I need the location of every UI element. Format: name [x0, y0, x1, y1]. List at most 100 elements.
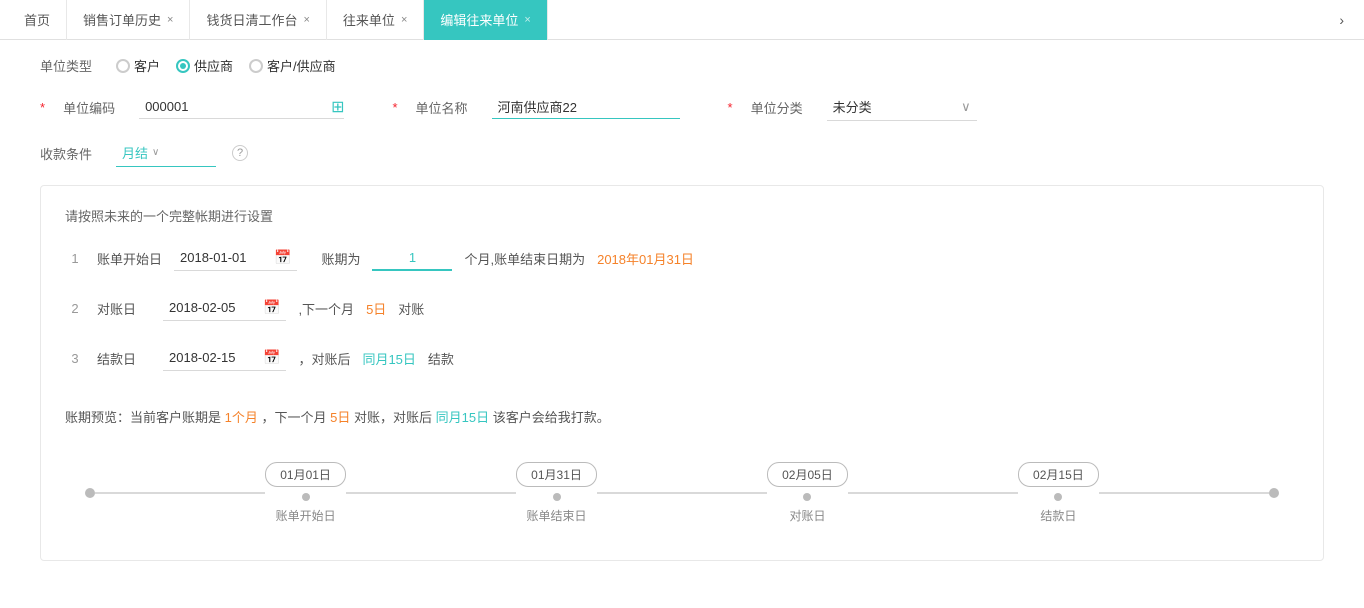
unit-code-label: 单位编码: [63, 98, 123, 117]
unit-category-select[interactable]: 未分类 ∨: [827, 93, 977, 121]
period-value-input[interactable]: [372, 246, 452, 271]
preview-label: 账期预览：当前客户账期是: [65, 410, 221, 425]
period-prefix: 账期为: [321, 249, 360, 268]
radio-circle-both: [249, 59, 263, 73]
timeline-line-3: [597, 492, 767, 494]
tab-close-sales-order[interactable]: ×: [167, 14, 173, 26]
date-field-3[interactable]: [169, 350, 259, 365]
payment-terms-select[interactable]: 月结 ∨: [116, 139, 216, 167]
radio-circle-supplier: [176, 59, 190, 73]
copy-icon[interactable]: ⊞: [331, 97, 344, 117]
node-badge-1: 01月01日: [265, 462, 346, 487]
row-num-2: 2: [65, 301, 85, 316]
date-input-2: 📅: [163, 295, 286, 321]
row2-highlight1: 5日: [366, 299, 386, 318]
node-badge-4: 02月15日: [1018, 462, 1099, 487]
preview-reconcile-highlight: 5日: [330, 410, 350, 425]
tab-edit-partner[interactable]: 编辑往来单位 ×: [424, 0, 547, 40]
tab-close-edit-partner[interactable]: ×: [524, 14, 530, 26]
node-dot-2: [553, 493, 561, 501]
payment-terms-value: 月结: [122, 143, 148, 162]
date-input-1: 📅: [174, 245, 297, 271]
required-star-category: *: [728, 100, 733, 115]
preview-middle: ，下一个月: [262, 410, 327, 425]
preview-reconcile-suffix: 对账，对账后: [354, 410, 432, 425]
node-badge-2: 01月31日: [516, 462, 597, 487]
payment-terms-row: 收款条件 月结 ∨ ?: [40, 139, 1324, 167]
row3-suffix3: 结款: [428, 349, 454, 368]
row-type-2: 对账日: [97, 299, 151, 318]
node-label-1: 账单开始日: [276, 507, 336, 524]
preview-payment-highlight: 同月15日: [436, 410, 489, 425]
category-chevron-icon: ∨: [961, 99, 971, 115]
tab-partner-unit[interactable]: 往来单位 ×: [327, 0, 424, 40]
timeline-node-4: 02月15日 结款日: [1018, 462, 1099, 524]
timeline-start-dot: [85, 488, 95, 498]
timeline-line-4: [848, 492, 1018, 494]
unit-type-radio-group: 客户 供应商 客户/供应商: [116, 56, 336, 75]
row-num-1: 1: [65, 251, 85, 266]
calendar-icon-3[interactable]: 📅: [263, 349, 280, 366]
node-label-3: 对账日: [789, 507, 825, 524]
node-label-4: 结款日: [1040, 507, 1076, 524]
unit-code-input[interactable]: [139, 95, 327, 118]
payment-terms-label: 收款条件: [40, 144, 100, 163]
timeline: 01月01日 账单开始日 01月31日 账单结束日 02月05日: [65, 446, 1299, 540]
row3-suffix1: ，对账后: [298, 349, 350, 368]
setting-row-1: 1 账单开始日 📅 账期为 个月,账单结束日期为 2018年01月31日: [65, 245, 1299, 271]
tab-home[interactable]: 首页: [8, 0, 67, 40]
tab-sales-order-history[interactable]: 销售订单历史 ×: [67, 0, 190, 40]
period-suffix: 个月,账单结束日期为: [464, 249, 585, 268]
radio-circle-customer: [116, 59, 130, 73]
unit-type-row: 单位类型 客户 供应商 客户/供应商: [40, 56, 1324, 75]
preview-row: 账期预览：当前客户账期是 1个月 ，下一个月 5日 对账，对账后 同月15日 该…: [65, 395, 1299, 446]
row-num-3: 3: [65, 351, 85, 366]
timeline-end-dot: [1269, 488, 1279, 498]
row-type-3: 结款日: [97, 349, 151, 368]
timeline-line-5: [1099, 492, 1269, 494]
timeline-line-1: [95, 492, 265, 494]
setting-row-2: 2 对账日 📅 ,下一个月 5日 对账: [65, 295, 1299, 321]
node-dot-4: [1054, 493, 1062, 501]
unit-category-label: 单位分类: [751, 98, 811, 117]
timeline-node-1: 01月01日 账单开始日: [265, 462, 346, 524]
row3-highlight2: 同月15日: [362, 349, 415, 368]
main-content: 单位类型 客户 供应商 客户/供应商 * 单位编码 ⊞ * 单位名称 *: [0, 40, 1364, 608]
date-field-1[interactable]: [180, 250, 270, 265]
tab-close-partner-unit[interactable]: ×: [401, 14, 407, 26]
row2-suffix2: 对账: [398, 299, 424, 318]
preview-period-highlight: 1个月: [225, 410, 258, 425]
radio-both[interactable]: 客户/供应商: [249, 56, 336, 75]
calendar-icon-1[interactable]: 📅: [274, 249, 291, 266]
timeline-line-2: [346, 492, 516, 494]
unit-info-row: * 单位编码 ⊞ * 单位名称 * 单位分类 未分类 ∨: [40, 93, 1324, 121]
date-field-2[interactable]: [169, 300, 259, 315]
date-input-3: 📅: [163, 345, 286, 371]
unit-code-input-wrap: ⊞: [139, 95, 344, 119]
row2-suffix1: ,下一个月: [298, 299, 354, 318]
node-label-2: 账单结束日: [527, 507, 587, 524]
radio-customer[interactable]: 客户: [116, 56, 160, 75]
payment-terms-chevron-icon: ∨: [152, 147, 159, 158]
setting-row-3: 3 结款日 📅 ，对账后 同月15日 结款: [65, 345, 1299, 371]
radio-supplier[interactable]: 供应商: [176, 56, 233, 75]
unit-type-label: 单位类型: [40, 56, 100, 75]
node-dot-3: [803, 493, 811, 501]
unit-category-value: 未分类: [833, 97, 872, 116]
tab-more-button[interactable]: ›: [1327, 12, 1356, 28]
tabs-bar: 首页 销售订单历史 × 钱货日清工作台 × 往来单位 × 编辑往来单位 × ›: [0, 0, 1364, 40]
node-dot-1: [302, 493, 310, 501]
tab-close-cash-work[interactable]: ×: [303, 14, 309, 26]
unit-name-input[interactable]: [492, 95, 680, 119]
unit-name-label: 单位名称: [416, 98, 476, 117]
calendar-icon-2[interactable]: 📅: [263, 299, 280, 316]
help-icon[interactable]: ?: [232, 145, 248, 161]
row-type-1: 账单开始日: [97, 249, 162, 268]
period-end-date: 2018年01月31日: [597, 249, 694, 268]
required-star-code: *: [40, 100, 45, 115]
required-star-name: *: [392, 100, 397, 115]
settings-panel: 请按照未来的一个完整帐期进行设置 1 账单开始日 📅 账期为 个月,账单结束日期…: [40, 185, 1324, 561]
node-badge-3: 02月05日: [767, 462, 848, 487]
tab-cash-work[interactable]: 钱货日清工作台 ×: [190, 0, 326, 40]
preview-end-text: 该客户会给我打款。: [493, 410, 610, 425]
